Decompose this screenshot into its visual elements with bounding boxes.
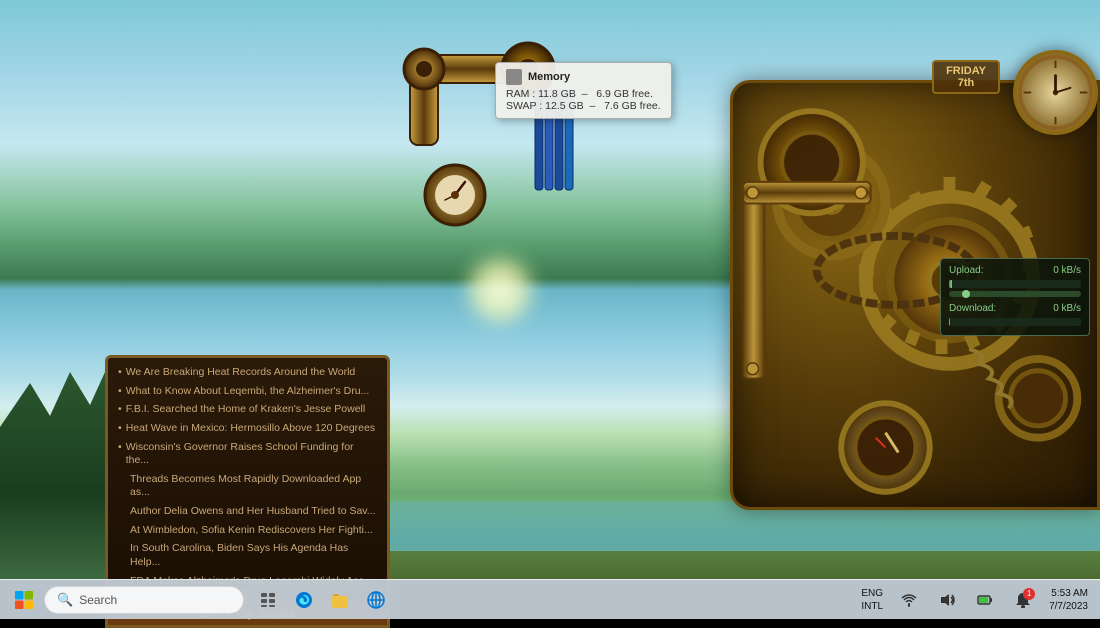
taskbar: 🔍 Search bbox=[0, 579, 1100, 619]
list-item[interactable]: At Wimbledon, Sofia Kenin Rediscovers He… bbox=[118, 524, 377, 538]
search-icon: 🔍 bbox=[57, 592, 73, 608]
wifi-icon[interactable] bbox=[893, 584, 925, 616]
list-item[interactable]: • We Are Breaking Heat Records Around th… bbox=[118, 366, 377, 380]
analog-clock bbox=[1013, 50, 1098, 135]
calendar-day: FRIDAY bbox=[946, 65, 986, 77]
task-view-button[interactable] bbox=[252, 584, 284, 616]
system-clock[interactable]: 5:53 AM 7/7/2023 bbox=[1045, 587, 1088, 613]
slider-thumb bbox=[962, 290, 970, 298]
memory-icon bbox=[506, 69, 522, 85]
notification-badge: 1 bbox=[1023, 588, 1035, 600]
calendar-date: 7th bbox=[946, 77, 986, 89]
news-content-area: • We Are Breaking Heat Records Around th… bbox=[108, 358, 387, 601]
download-row: Download: 0 kB/s bbox=[949, 303, 1081, 314]
upload-bar-fill bbox=[949, 280, 952, 288]
list-item[interactable]: • Wisconsin's Governor Raises School Fun… bbox=[118, 441, 377, 468]
network-slider bbox=[949, 291, 1081, 297]
system-tray: ENG INTL bbox=[857, 584, 1092, 616]
taskbar-left: 🔍 Search bbox=[8, 584, 857, 616]
volume-icon[interactable] bbox=[931, 584, 963, 616]
list-item[interactable]: Threads Becomes Most Rapidly Downloaded … bbox=[118, 473, 377, 500]
search-bar[interactable]: 🔍 Search bbox=[44, 586, 244, 614]
memory-widget: Memory RAM : 11.8 GB – 6.9 GB free. SWAP… bbox=[495, 62, 672, 119]
search-placeholder: Search bbox=[79, 593, 117, 607]
language-indicator: ENG INTL bbox=[857, 587, 887, 613]
memory-swap-row: SWAP : 12.5 GB – 7.6 GB free. bbox=[506, 100, 661, 112]
calendar-widget: FRIDAY 7th bbox=[932, 60, 1000, 94]
start-button[interactable] bbox=[8, 584, 40, 616]
edge-browser-button[interactable] bbox=[288, 584, 320, 616]
list-item[interactable]: • F.B.I. Searched the Home of Kraken's J… bbox=[118, 403, 377, 417]
list-item[interactable]: Author Delia Owens and Her Husband Tried… bbox=[118, 505, 377, 519]
download-bar-fill bbox=[949, 318, 950, 326]
notification-button[interactable]: 1 bbox=[1007, 584, 1039, 616]
upload-bar bbox=[949, 280, 1081, 288]
list-item[interactable]: In South Carolina, Biden Says His Agenda… bbox=[118, 542, 377, 569]
battery-icon[interactable] bbox=[969, 584, 1001, 616]
list-item[interactable]: • What to Know About Leqembi, the Alzhei… bbox=[118, 385, 377, 399]
network-widget: Upload: 0 kB/s Download: 0 kB/s bbox=[940, 258, 1090, 336]
sun-decoration bbox=[460, 250, 540, 330]
file-explorer-button[interactable] bbox=[324, 584, 356, 616]
download-bar bbox=[949, 318, 1081, 326]
upload-row: Upload: 0 kB/s bbox=[949, 265, 1081, 276]
browser-button[interactable] bbox=[360, 584, 392, 616]
memory-title: Memory bbox=[506, 69, 661, 85]
list-item[interactable]: • Heat Wave in Mexico: Hermosillo Above … bbox=[118, 422, 377, 436]
memory-ram-row: RAM : 11.8 GB – 6.9 GB free. bbox=[506, 88, 661, 100]
